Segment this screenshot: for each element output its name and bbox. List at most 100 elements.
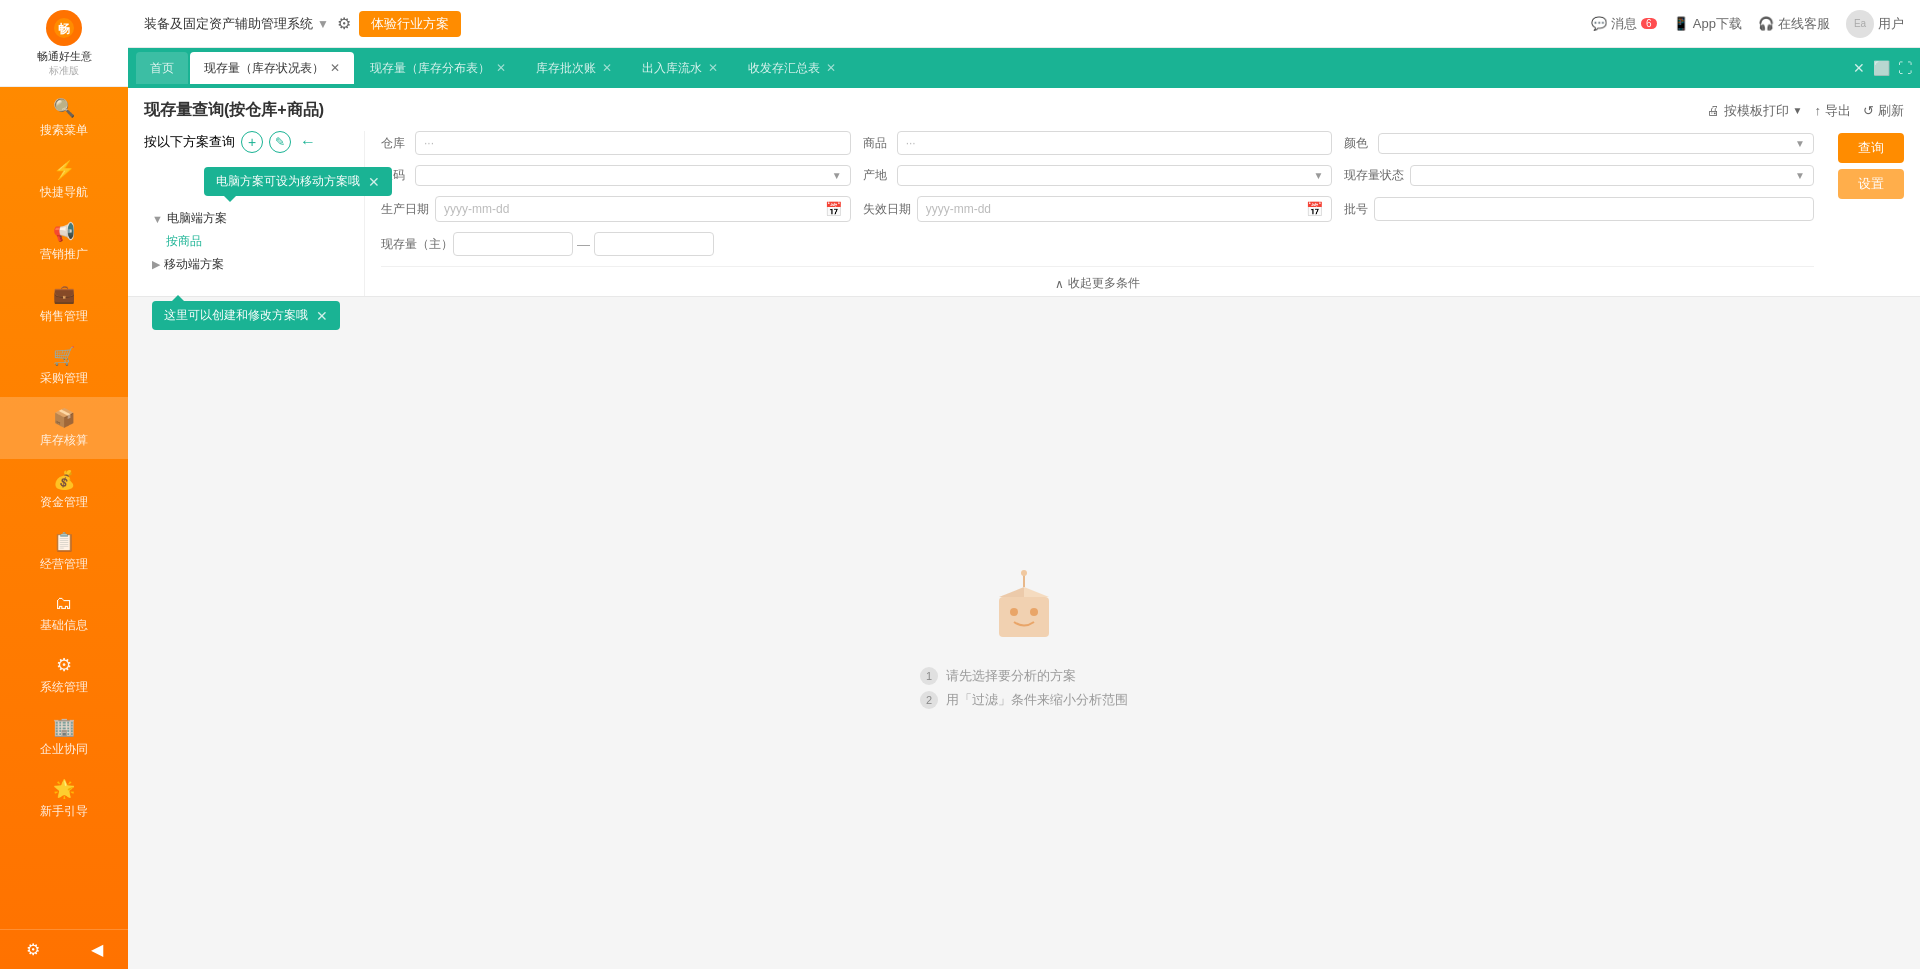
filter-arrow-button[interactable]: ← — [297, 131, 319, 153]
experience-button[interactable]: 体验行业方案 — [359, 11, 461, 37]
expire-date-icon[interactable]: 📅 — [1306, 201, 1323, 217]
sidebar-item-basic[interactable]: 🗂 基础信息 — [0, 583, 128, 644]
goods-label: 商品 — [863, 135, 891, 152]
user-action[interactable]: Ea 用户 — [1846, 10, 1904, 38]
tab-fullscreen-icon[interactable]: ⛶ — [1898, 60, 1912, 76]
sidebar-item-sales[interactable]: 💼 销售管理 — [0, 273, 128, 335]
sidebar-item-marketing[interactable]: 📢 营销推广 — [0, 211, 128, 273]
tab-close-inventory-dist[interactable]: ✕ — [496, 61, 506, 75]
tab-restore-icon[interactable]: ⬜ — [1873, 60, 1890, 76]
scheme-pc-label: 电脑端方案 — [167, 210, 227, 227]
warehouse-select[interactable]: ··· — [415, 131, 851, 155]
scheme-pc-child-label: 按商品 — [166, 233, 202, 250]
service-icon: 🎧 — [1758, 16, 1774, 31]
tab-inventory-status-label: 现存量（库存状况表） — [204, 60, 324, 77]
message-action[interactable]: 💬 消息 6 — [1591, 15, 1657, 33]
sidebar-item-inventory[interactable]: 📦 库存核算 — [0, 397, 128, 459]
sidebar-logo: 畅 畅通好生意 标准版 — [0, 0, 128, 87]
enterprise-icon: 🏢 — [53, 716, 75, 738]
expire-date-input[interactable]: yyyy-mm-dd 📅 — [917, 196, 1333, 222]
color-select[interactable]: ▼ — [1378, 133, 1814, 154]
reset-button[interactable]: 设置 — [1838, 169, 1904, 199]
avatar: Ea — [1846, 10, 1874, 38]
stock-status-select[interactable]: ▼ — [1410, 165, 1814, 186]
sidebar-item-system[interactable]: ⚙ 系统管理 — [0, 644, 128, 706]
filter-add-button[interactable]: + — [241, 131, 263, 153]
goods-select[interactable]: ··· — [897, 131, 1333, 155]
scheme-pc[interactable]: ▼ 电脑端方案 — [144, 207, 364, 230]
tab-collect-summary[interactable]: 收发存汇总表 ✕ — [734, 52, 850, 84]
tab-batch-account[interactable]: 库存批次账 ✕ — [522, 52, 626, 84]
sidebar-item-quick[interactable]: ⚡ 快捷导航 — [0, 149, 128, 211]
page-title: 现存量查询(按仓库+商品) — [144, 100, 324, 121]
stock-main-from[interactable] — [453, 232, 573, 256]
app-download-action[interactable]: 📱 App下载 — [1673, 15, 1742, 33]
message-label: 消息 — [1611, 15, 1637, 33]
sidebar-item-enterprise[interactable]: 🏢 企业协同 — [0, 706, 128, 768]
edit-tooltip-text: 这里可以创建和修改方案哦 — [164, 307, 308, 324]
tab-inventory-dist[interactable]: 现存量（库存分布表） ✕ — [356, 52, 520, 84]
print-template-btn[interactable]: 🖨 按模板打印 ▼ — [1707, 102, 1803, 120]
produce-date-icon[interactable]: 📅 — [825, 201, 842, 217]
sidebar-item-guide[interactable]: 🌟 新手引导 — [0, 768, 128, 830]
edit-tooltip-close[interactable]: ✕ — [316, 308, 328, 324]
batch-no-input[interactable] — [1374, 197, 1814, 221]
produce-date-input[interactable]: yyyy-mm-dd 📅 — [435, 196, 851, 222]
print-icon: 🖨 — [1707, 103, 1720, 118]
scheme-pc-child[interactable]: 按商品 — [144, 230, 364, 253]
collapse-sidebar-icon[interactable]: ◀ — [91, 940, 103, 959]
size-select[interactable]: ▼ — [415, 165, 851, 186]
filter-left: 按以下方案查询 + ✎ ← 电脑方案可设为移动方案哦 ✕ ▼ — [144, 131, 364, 292]
tab-right-actions: ✕ ⬜ ⛶ — [1853, 60, 1912, 76]
filter-edit-button[interactable]: ✎ — [269, 131, 291, 153]
export-btn[interactable]: ↑ 导出 — [1815, 102, 1852, 120]
search-button[interactable]: 查询 — [1838, 133, 1904, 163]
sidebar-item-finance[interactable]: 💰 资金管理 — [0, 459, 128, 521]
sidebar-item-guide-label: 新手引导 — [40, 803, 88, 820]
sidebar-item-operations[interactable]: 📋 经营管理 — [0, 521, 128, 583]
warehouse-dots: ··· — [424, 136, 434, 150]
sidebar-item-basic-label: 基础信息 — [40, 617, 88, 634]
tab-close-collect-summary[interactable]: ✕ — [826, 61, 836, 75]
scheme-mobile[interactable]: ▶ 移动端方案 — [144, 253, 364, 276]
svg-point-3 — [1010, 608, 1018, 616]
tab-close-all-icon[interactable]: ✕ — [1853, 60, 1865, 76]
origin-select-arrow: ▼ — [1313, 170, 1323, 181]
dropdown-icon: ▼ — [317, 17, 329, 31]
filter-container: 现存量查询(按仓库+商品) 🖨 按模板打印 ▼ ↑ 导出 ↺ 刷新 — [128, 88, 1920, 297]
system-name: 装备及固定资产辅助管理系统 — [144, 15, 313, 33]
tab-close-batch-account[interactable]: ✕ — [602, 61, 612, 75]
sidebar-item-system-label: 系统管理 — [40, 679, 88, 696]
basic-icon: 🗂 — [55, 593, 73, 614]
warehouse-field: 仓库 ··· — [381, 131, 851, 155]
collapse-row: ∧ 收起更多条件 — [381, 266, 1814, 296]
tab-close-inventory-status[interactable]: ✕ — [330, 61, 340, 75]
stock-main-to[interactable] — [594, 232, 714, 256]
settings-icon[interactable]: ⚙ — [26, 940, 40, 959]
add-tooltip-close[interactable]: ✕ — [368, 174, 380, 190]
tab-inout-flow[interactable]: 出入库流水 ✕ — [628, 52, 732, 84]
tab-home[interactable]: 首页 — [136, 52, 188, 84]
main-area: 装备及固定资产辅助管理系统 ▼ ⚙ 体验行业方案 💬 消息 6 📱 App下载 … — [128, 0, 1920, 969]
svg-text:畅: 畅 — [58, 22, 70, 36]
stock-main-range: — — [453, 232, 1814, 256]
online-service-action[interactable]: 🎧 在线客服 — [1758, 15, 1830, 33]
sidebar-item-purchase[interactable]: 🛒 采购管理 — [0, 335, 128, 397]
svg-point-4 — [1030, 608, 1038, 616]
refresh-btn[interactable]: ↺ 刷新 — [1863, 102, 1904, 120]
origin-select[interactable]: ▼ — [897, 165, 1333, 186]
system-selector[interactable]: 装备及固定资产辅助管理系统 ▼ — [144, 15, 329, 33]
tab-inventory-status[interactable]: 现存量（库存状况表） ✕ — [190, 52, 354, 84]
sidebar-item-search[interactable]: 🔍 搜索菜单 — [0, 87, 128, 149]
sidebar-item-marketing-label: 营销推广 — [40, 246, 88, 263]
gear-icon[interactable]: ⚙ — [337, 14, 351, 33]
origin-field: 产地 ▼ — [863, 165, 1333, 186]
print-label: 按模板打印 — [1724, 102, 1789, 120]
filter-section: 按以下方案查询 + ✎ ← 电脑方案可设为移动方案哦 ✕ ▼ — [144, 131, 1904, 296]
collapse-button[interactable]: ∧ 收起更多条件 — [1055, 275, 1140, 292]
goods-field: 商品 ··· — [863, 131, 1333, 155]
tab-close-inout-flow[interactable]: ✕ — [708, 61, 718, 75]
search-menu-icon: 🔍 — [53, 97, 75, 119]
page-header-row: 现存量查询(按仓库+商品) 🖨 按模板打印 ▼ ↑ 导出 ↺ 刷新 — [144, 100, 1904, 131]
goods-dots: ··· — [906, 136, 916, 150]
